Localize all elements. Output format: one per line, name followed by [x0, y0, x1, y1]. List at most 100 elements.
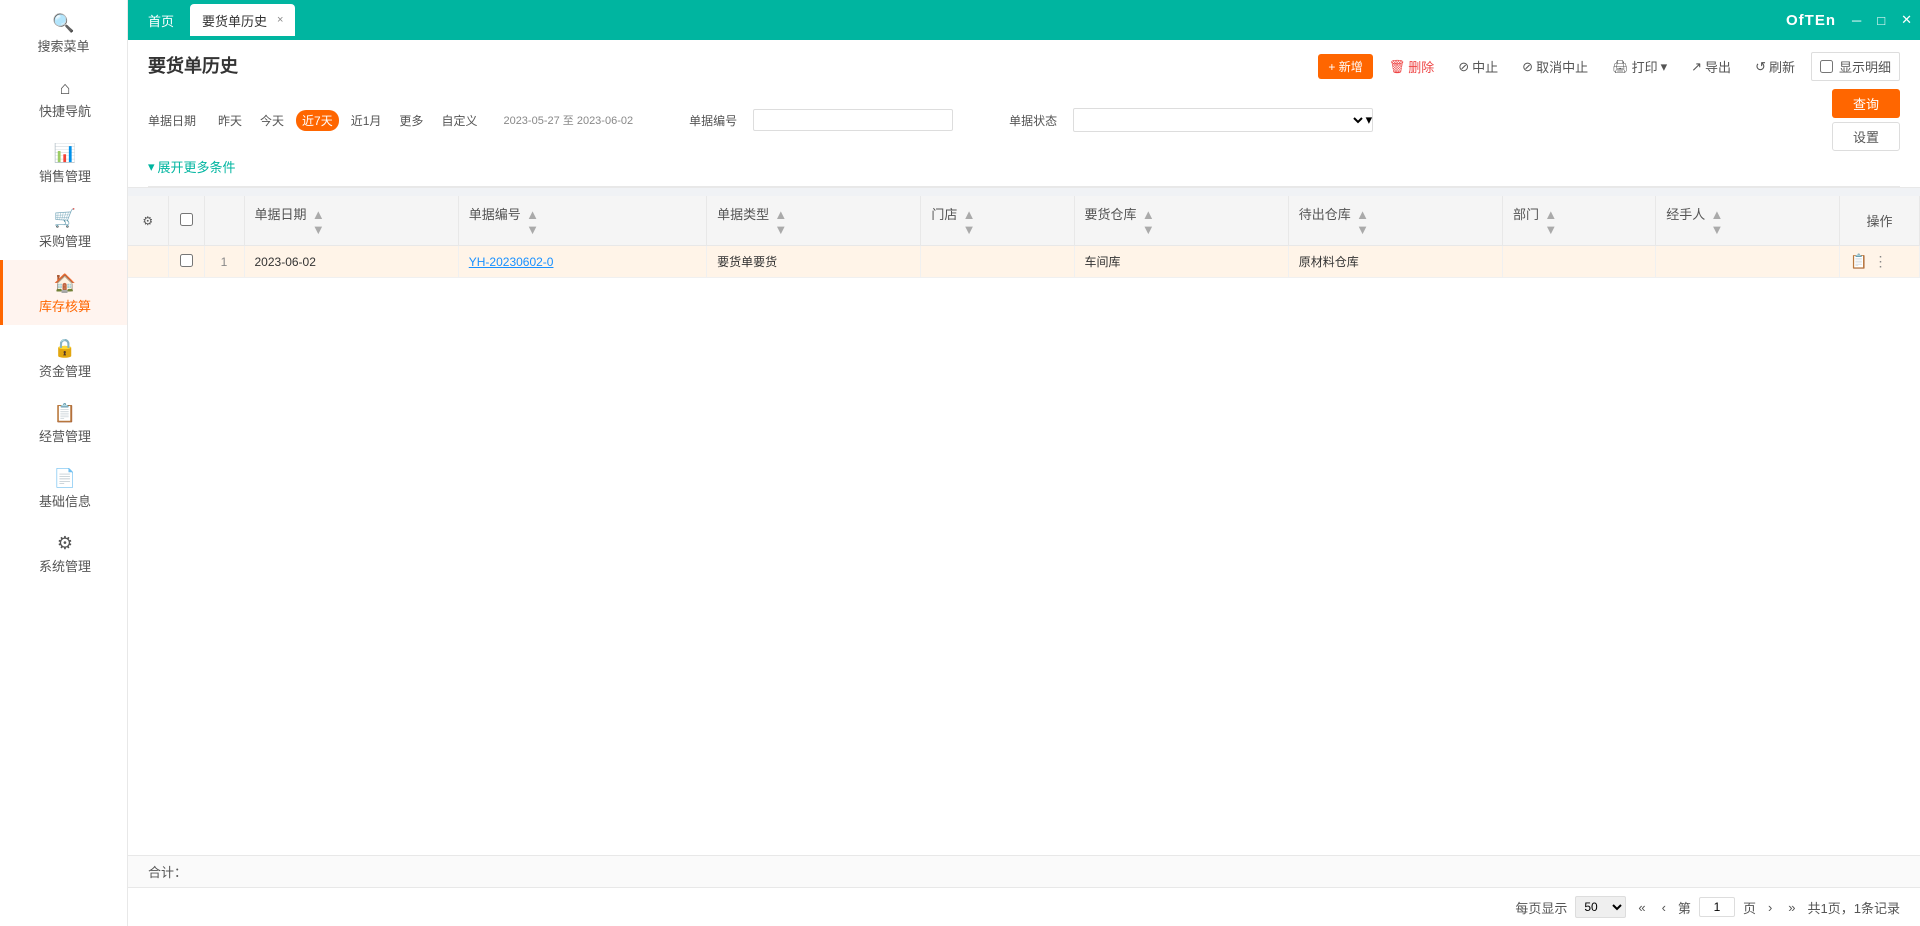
tab-home-label: 首页: [148, 11, 174, 30]
sidebar-item-basic[interactable]: 📄 基础信息: [0, 455, 127, 520]
last-page-btn[interactable]: »: [1784, 898, 1799, 917]
col-settings[interactable]: ⚙: [128, 196, 168, 246]
filter-row-1: 单据日期 昨天 今天 近7天 近1月 更多 自定义 2023-05-27 至 2…: [148, 89, 1900, 151]
sidebar-item-system[interactable]: ⚙ 系统管理: [0, 520, 127, 585]
filter-actions: 查询 设置: [1832, 89, 1900, 151]
row-op-icons: 📋 ⋮: [1850, 253, 1909, 270]
tab-history[interactable]: 要货单历史 ×: [190, 4, 295, 36]
tab-history-label: 要货单历史: [202, 11, 267, 30]
row-doc-type: 要货单要货: [707, 246, 921, 278]
sidebar-item-inventory[interactable]: 🏠 库存核算: [0, 260, 127, 325]
page-label: 第: [1678, 898, 1691, 917]
sidebar-item-sales[interactable]: 📊 销售管理: [0, 130, 127, 195]
export-icon: ↗: [1691, 59, 1702, 75]
row-ops: 📋 ⋮: [1840, 246, 1920, 278]
display-cell-checkbox[interactable]: [1820, 60, 1833, 73]
refresh-button[interactable]: ↺ 刷新: [1747, 53, 1803, 80]
sidebar-item-label: 库存核算: [39, 296, 91, 315]
top-bar: 首页 要货单历史 × OfTEn ─ □ ✕: [128, 0, 1920, 40]
purchase-icon: 🛒: [54, 209, 76, 227]
footer-label: 合计：: [148, 865, 187, 880]
shortcut-today[interactable]: 今天: [254, 110, 290, 131]
expand-icon: ▾: [148, 159, 155, 175]
sales-icon: 📊: [54, 144, 76, 162]
page-input[interactable]: [1699, 897, 1735, 917]
row-doc-no[interactable]: YH-20230602-0: [458, 246, 706, 278]
prev-page-btn[interactable]: ‹: [1658, 898, 1670, 917]
setting-button[interactable]: 设置: [1832, 122, 1900, 151]
inventory-icon: 🏠: [54, 274, 76, 292]
col-store[interactable]: 门店 ▲▼: [921, 196, 1074, 246]
col-pending-warehouse[interactable]: 待出仓库 ▲▼: [1288, 196, 1502, 246]
next-page-btn[interactable]: ›: [1764, 898, 1776, 917]
tab-close-icon[interactable]: ×: [277, 14, 283, 26]
row-num: 1: [204, 246, 244, 278]
minimize-btn[interactable]: ─: [1852, 13, 1861, 28]
shortcut-1month[interactable]: 近1月: [345, 110, 388, 131]
date-shortcuts: 昨天 今天 近7天 近1月 更多 自定义: [212, 110, 483, 131]
top-bar-right: OfTEn ─ □ ✕: [1786, 12, 1912, 29]
sidebar-item-finance[interactable]: 🔒 资金管理: [0, 325, 127, 390]
sidebar-item-label: 销售管理: [39, 166, 91, 185]
sidebar-item-label: 基础信息: [39, 491, 91, 510]
shortcut-yesterday[interactable]: 昨天: [212, 110, 248, 131]
expand-more-btn[interactable]: ▾ 展开更多条件: [148, 157, 236, 176]
filter-bar: 单据日期 昨天 今天 近7天 近1月 更多 自定义 2023-05-27 至 2…: [148, 89, 1900, 187]
first-page-btn[interactable]: «: [1634, 898, 1649, 917]
sidebar: 🔍 搜索菜单 ⌂ 快捷导航 📊 销售管理 🛒 采购管理 🏠 库存核算 🔒 资金管…: [0, 0, 128, 926]
sidebar-item-purchase[interactable]: 🛒 采购管理: [0, 195, 127, 260]
maximize-btn[interactable]: □: [1877, 13, 1885, 28]
sidebar-item-label: 资金管理: [39, 361, 91, 380]
cancel-stop-button[interactable]: ⊘ 取消中止: [1514, 53, 1596, 80]
delete-button[interactable]: 🗑 删除: [1381, 53, 1443, 80]
status-select[interactable]: [1074, 109, 1365, 131]
stop-icon: ⊘: [1458, 59, 1469, 75]
date-range-display: 2023-05-27 至 2023-06-02: [503, 112, 633, 128]
tab-home[interactable]: 首页: [136, 4, 186, 36]
row-checkbox[interactable]: [180, 254, 193, 267]
page-title: 要货单历史: [148, 52, 238, 78]
page-header: 要货单历史 + 新增 🗑 删除 ⊘ 中止 ⊘ 取消中止: [128, 40, 1920, 188]
content-area: 要货单历史 + 新增 🗑 删除 ⊘ 中止 ⊘ 取消中止: [128, 40, 1920, 926]
col-doc-date[interactable]: 单据日期 ▲▼: [244, 196, 458, 246]
shortcut-7days[interactable]: 近7天: [296, 110, 339, 131]
sidebar-item-quick-nav[interactable]: ⌂ 快捷导航: [0, 65, 127, 130]
query-button[interactable]: 查询: [1832, 89, 1900, 118]
row-more-icon[interactable]: ⋮: [1873, 253, 1887, 270]
status-dropdown-icon: ▾: [1366, 112, 1373, 128]
col-num: [204, 196, 244, 246]
new-button[interactable]: + 新增: [1318, 54, 1372, 79]
home-icon: ⌂: [60, 79, 71, 97]
pagination-bar: 每页显示 50 10 20 100 « ‹ 第 页 › » 共1页，1条记录: [128, 887, 1920, 926]
ops-icon: 📋: [54, 404, 76, 422]
sidebar-search-item[interactable]: 🔍 搜索菜单: [0, 0, 127, 65]
date-filter-label: 单据日期: [148, 112, 196, 129]
col-check: [168, 196, 204, 246]
delete-icon: 🗑: [1389, 59, 1406, 75]
col-doc-no[interactable]: 单据编号 ▲▼: [458, 196, 706, 246]
col-req-warehouse[interactable]: 要货仓库 ▲▼: [1074, 196, 1288, 246]
basic-icon: 📄: [54, 469, 76, 487]
doc-no-input[interactable]: [753, 109, 953, 131]
select-all-checkbox[interactable]: [180, 213, 193, 226]
col-handler[interactable]: 经手人 ▲▼: [1656, 196, 1840, 246]
shortcut-custom[interactable]: 自定义: [435, 110, 483, 131]
stop-button[interactable]: ⊘ 中止: [1450, 53, 1506, 80]
row-check: [168, 246, 204, 278]
finance-icon: 🔒: [54, 339, 76, 357]
col-ops: 操作: [1840, 196, 1920, 246]
close-btn[interactable]: ✕: [1901, 12, 1912, 28]
page-size-label: 每页显示: [1515, 898, 1567, 917]
print-button[interactable]: 🖨 打印 ▾: [1604, 53, 1675, 80]
col-dept[interactable]: 部门 ▲▼: [1503, 196, 1656, 246]
sidebar-item-ops[interactable]: 📋 经营管理: [0, 390, 127, 455]
export-button[interactable]: ↗ 导出: [1683, 53, 1739, 80]
row-doc-date: 2023-06-02: [244, 246, 458, 278]
toolbar: + 新增 🗑 删除 ⊘ 中止 ⊘ 取消中止 🖨 打: [1318, 52, 1900, 89]
display-cell-button[interactable]: 显示明细: [1811, 52, 1900, 81]
row-handler: [1656, 246, 1840, 278]
row-edit-icon[interactable]: 📋: [1850, 253, 1867, 270]
shortcut-more[interactable]: 更多: [393, 110, 429, 131]
col-doc-type[interactable]: 单据类型 ▲▼: [707, 196, 921, 246]
page-size-select[interactable]: 50 10 20 100: [1575, 896, 1626, 918]
